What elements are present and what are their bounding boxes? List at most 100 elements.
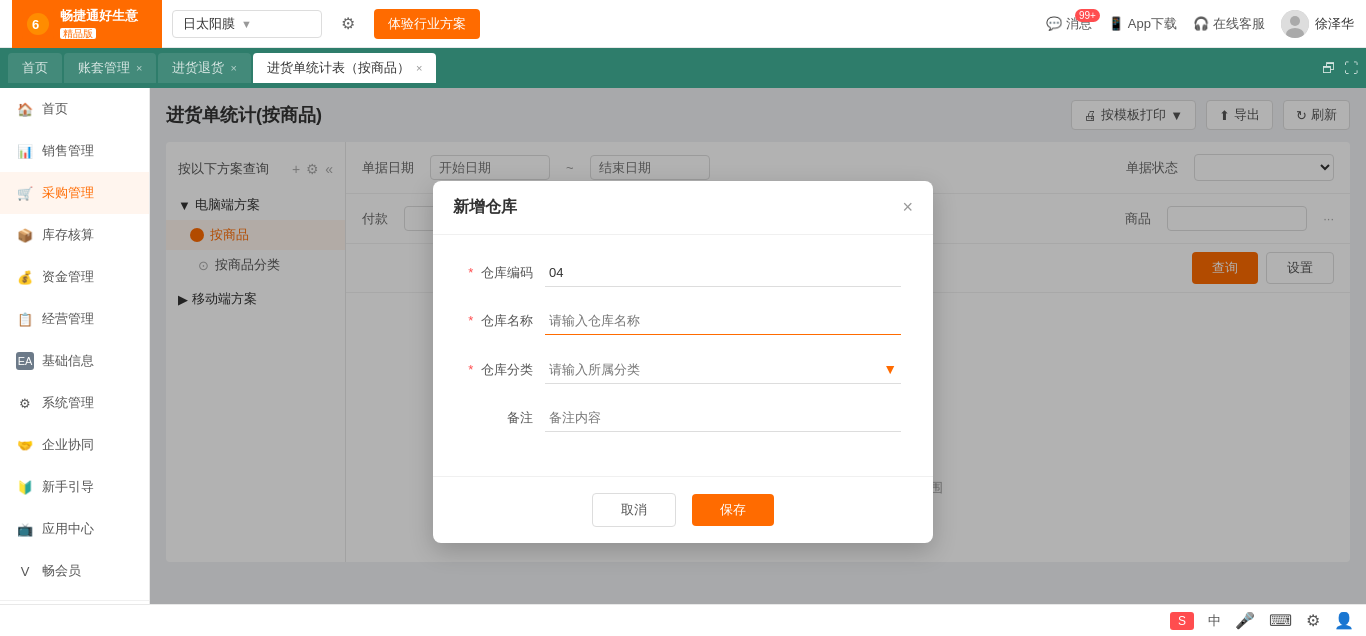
- code-label-text: 仓库编码: [481, 265, 533, 280]
- modal-header: 新增仓库 ×: [433, 181, 933, 235]
- message-btn[interactable]: 💬 消息 99+: [1046, 15, 1092, 33]
- logo-text-area: 畅捷通好生意 精品版: [60, 7, 138, 41]
- bottom-user-icon[interactable]: 👤: [1334, 611, 1354, 630]
- cn-icon[interactable]: 中: [1208, 612, 1221, 630]
- sidebar-item-inventory-label: 库存核算: [42, 226, 94, 244]
- user-info[interactable]: 徐泽华: [1281, 10, 1354, 38]
- note-input[interactable]: [545, 404, 901, 432]
- collab-icon: 🤝: [16, 436, 34, 454]
- member-icon: V: [16, 562, 34, 580]
- new-warehouse-modal: 新增仓库 × * 仓库编码 *: [433, 181, 933, 543]
- bottom-settings-icon[interactable]: ⚙: [1306, 611, 1320, 630]
- header-right: 💬 消息 99+ 📱 App下载 🎧 在线客服 徐泽华: [1046, 10, 1354, 38]
- tab-home-label: 首页: [22, 59, 48, 77]
- category-input[interactable]: [549, 362, 883, 377]
- sidebar-item-operations[interactable]: 📋 经营管理: [0, 298, 149, 340]
- store-name: 日太阳膜: [183, 15, 235, 33]
- tab-bar: 首页 账套管理 × 进货退货 × 进货单统计表（按商品） × 🗗 ⛶: [0, 48, 1366, 88]
- finance-icon: 💰: [16, 268, 34, 286]
- note-label-text: 备注: [507, 410, 533, 425]
- svg-text:6: 6: [32, 17, 39, 32]
- tab-restore-btn[interactable]: 🗗: [1322, 60, 1336, 76]
- keyboard-icon[interactable]: ⌨: [1269, 611, 1292, 630]
- sidebar-item-collab[interactable]: 🤝 企业协同: [0, 424, 149, 466]
- cancel-button[interactable]: 取消: [592, 493, 676, 527]
- tab-purchase-return-close[interactable]: ×: [230, 62, 236, 74]
- store-selector[interactable]: 日太阳膜 ▼: [172, 10, 322, 38]
- sidebar-item-system[interactable]: ⚙ 系统管理: [0, 382, 149, 424]
- sidebar-item-guide[interactable]: 🔰 新手引导: [0, 466, 149, 508]
- modal-overlay[interactable]: 新增仓库 × * 仓库编码 *: [150, 88, 1366, 636]
- sidebar-item-finance-label: 资金管理: [42, 268, 94, 286]
- sidebar-item-purchase[interactable]: 🛒 采购管理: [0, 172, 149, 214]
- sidebar-item-apps-label: 应用中心: [42, 520, 94, 538]
- code-label: * 仓库编码: [465, 264, 545, 282]
- sidebar-item-member[interactable]: V 畅会员: [0, 550, 149, 592]
- modal-footer: 取消 保存: [433, 476, 933, 543]
- sidebar-item-member-label: 畅会员: [42, 562, 81, 580]
- tab-purchase-stat[interactable]: 进货单统计表（按商品） ×: [253, 53, 436, 83]
- logo-main-text: 畅捷通好生意: [60, 7, 138, 25]
- sidebar-item-apps[interactable]: 📺 应用中心: [0, 508, 149, 550]
- category-select-row: ▼: [545, 355, 901, 384]
- tab-purchase-return[interactable]: 进货退货 ×: [158, 53, 250, 83]
- modal-body: * 仓库编码 * 仓库名称: [433, 235, 933, 476]
- sidebar-item-basic-info[interactable]: EA 基础信息: [0, 340, 149, 382]
- sidebar-item-sales[interactable]: 📊 销售管理: [0, 130, 149, 172]
- content-area: 进货单统计(按商品) 🖨 按模板打印 ▼ ⬆ 导出 ↻ 刷新: [150, 88, 1366, 636]
- sidebar-item-operations-label: 经营管理: [42, 310, 94, 328]
- sidebar-item-finance[interactable]: 💰 资金管理: [0, 256, 149, 298]
- svg-point-3: [1290, 16, 1300, 26]
- tab-account-label: 账套管理: [78, 59, 130, 77]
- name-required: *: [468, 313, 473, 328]
- main-layout: 🏠 首页 📊 销售管理 🛒 采购管理 📦 库存核算 💰 资金管理 📋 经营管理 …: [0, 88, 1366, 636]
- trial-button[interactable]: 体验行业方案: [374, 9, 480, 39]
- mic-icon[interactable]: 🎤: [1235, 611, 1255, 630]
- home-icon: 🏠: [16, 100, 34, 118]
- operations-icon: 📋: [16, 310, 34, 328]
- modal-title: 新增仓库: [453, 197, 517, 218]
- sidebar-item-guide-label: 新手引导: [42, 478, 94, 496]
- settings-icon[interactable]: ⚙: [332, 8, 364, 40]
- form-row-category: * 仓库分类 ▼: [465, 355, 901, 384]
- sidebar-item-home[interactable]: 🏠 首页: [0, 88, 149, 130]
- form-row-name: * 仓库名称: [465, 307, 901, 335]
- category-label: * 仓库分类: [465, 361, 545, 379]
- message-badge: 99+: [1075, 9, 1100, 22]
- sales-icon: 📊: [16, 142, 34, 160]
- guide-icon: 🔰: [16, 478, 34, 496]
- name-input[interactable]: [545, 307, 901, 335]
- name-label: * 仓库名称: [465, 312, 545, 330]
- message-icon: 💬: [1046, 16, 1062, 31]
- apps-icon: 📺: [16, 520, 34, 538]
- inventory-icon: 📦: [16, 226, 34, 244]
- phone-icon: 📱: [1108, 16, 1124, 31]
- tab-purchase-stat-close[interactable]: ×: [416, 62, 422, 74]
- modal-close-btn[interactable]: ×: [902, 197, 913, 218]
- form-row-code: * 仓库编码: [465, 259, 901, 287]
- sidebar-item-inventory[interactable]: 📦 库存核算: [0, 214, 149, 256]
- category-label-text: 仓库分类: [481, 362, 533, 377]
- category-dropdown-arrow[interactable]: ▼: [883, 361, 897, 377]
- user-name: 徐泽华: [1315, 15, 1354, 33]
- bottom-bar: S 中 🎤 ⌨ ⚙ 👤: [0, 604, 1366, 636]
- tab-account-close[interactable]: ×: [136, 62, 142, 74]
- sidebar-item-basic-info-label: 基础信息: [42, 352, 94, 370]
- tab-account[interactable]: 账套管理 ×: [64, 53, 156, 83]
- avatar: [1281, 10, 1309, 38]
- save-button[interactable]: 保存: [692, 494, 774, 526]
- tab-home[interactable]: 首页: [8, 53, 62, 83]
- sidebar-item-home-label: 首页: [42, 100, 68, 118]
- name-label-text: 仓库名称: [481, 313, 533, 328]
- logo-icon: 6: [22, 8, 54, 40]
- brand-s-icon[interactable]: S: [1170, 612, 1194, 630]
- code-input[interactable]: [545, 259, 901, 287]
- tab-purchase-return-label: 进货退货: [172, 59, 224, 77]
- online-service-btn[interactable]: 🎧 在线客服: [1193, 15, 1265, 33]
- form-row-note: 备注: [465, 404, 901, 432]
- tab-expand-btn[interactable]: ⛶: [1344, 60, 1358, 76]
- app-download-btn[interactable]: 📱 App下载: [1108, 15, 1177, 33]
- tab-bar-controls: 🗗 ⛶: [1322, 60, 1358, 76]
- purchase-icon: 🛒: [16, 184, 34, 202]
- note-label: 备注: [465, 409, 545, 427]
